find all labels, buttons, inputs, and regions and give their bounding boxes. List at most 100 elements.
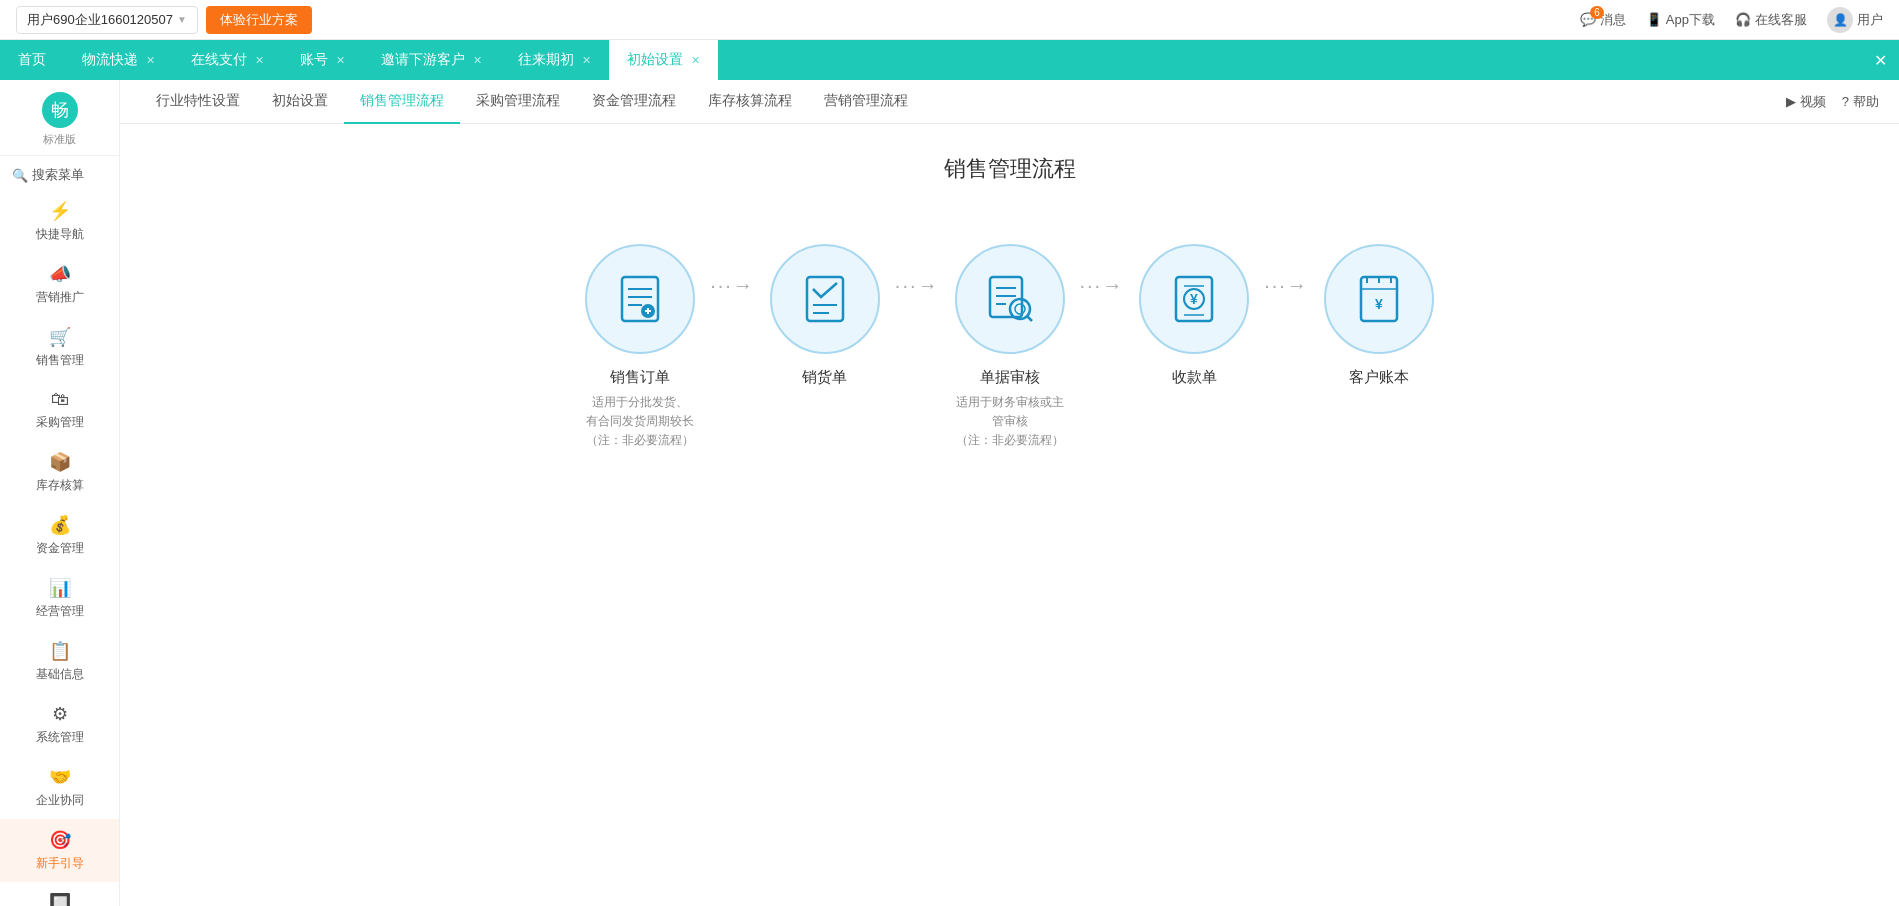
sub-tab-purchase-flow[interactable]: 采购管理流程 [460,80,576,124]
receipt-icon: ¥ [1168,273,1220,325]
main-layout: 畅 标准版 🔍 搜索菜单 ⚡ 快捷导航 📣 营销推广 🛒 销售管理 🛍 采购管理… [0,80,1899,906]
basic-icon: 📋 [49,640,71,662]
sidebar-item-newguide[interactable]: 🎯 新手引导 [0,819,119,882]
nav-tab-home-label: 首页 [18,51,46,69]
nav-tab-period[interactable]: 往来期初 ✕ [500,40,609,80]
nav-tab-payment[interactable]: 在线支付 ✕ [173,40,282,80]
sidebar-item-label: 营销推广 [36,289,84,306]
flow-diagram: 销售订单 适用于分批发货、有合同发货周期较长（注：非必要流程） ···→ [180,244,1839,451]
flow-circle-invoice [770,244,880,354]
sub-tab-initial[interactable]: 初始设置 [256,80,344,124]
sidebar-logo: 畅 标准版 [0,80,119,156]
sub-tab-inventory-flow[interactable]: 库存核算流程 [692,80,808,124]
sub-tabs-right: ▶ 视频 ? 帮助 [1786,93,1879,111]
online-service-item[interactable]: 🎧 在线客服 [1735,11,1807,29]
svg-line-18 [1027,316,1032,321]
flow-step-desc: 适用于财务审核或主管审核（注：非必要流程） [956,393,1064,451]
nav-tab-account[interactable]: 账号 ✕ [282,40,363,80]
sub-tab-industry[interactable]: 行业特性设置 [140,80,256,124]
sidebar-item-label: 销售管理 [36,352,84,369]
app-download-item[interactable]: 📱 App下载 [1646,11,1715,29]
collab-icon: 🤝 [49,766,71,788]
sidebar-item-marketing[interactable]: 📣 营销推广 [0,253,119,316]
ledger-icon: ¥ [1353,273,1405,325]
invoice-icon [799,273,851,325]
sidebar-item-label: 经营管理 [36,603,84,620]
nav-tab-initial-label: 初始设置 [627,51,683,69]
sidebar-item-label: 采购管理 [36,414,84,431]
sub-tab-marketing-flow[interactable]: 营销管理流程 [808,80,924,124]
sidebar-item-basic[interactable]: 📋 基础信息 [0,630,119,693]
sub-tab-sales-flow[interactable]: 销售管理流程 [344,80,460,124]
flow-step-sales-order: 销售订单 适用于分批发货、有合同发货周期较长（注：非必要流程） [560,244,720,451]
video-link[interactable]: ▶ 视频 [1786,93,1826,111]
sales-order-icon [614,273,666,325]
sub-tab-finance-flow[interactable]: 资金管理流程 [576,80,692,124]
sidebar-item-purchase[interactable]: 🛍 采购管理 [0,379,119,441]
flow-step-title: 销售订单 [610,368,670,387]
close-icon[interactable]: ✕ [146,54,155,67]
logo-subtitle: 标准版 [43,132,76,147]
close-icon[interactable]: ✕ [255,54,264,67]
svg-text:¥: ¥ [1190,291,1198,307]
svg-text:¥: ¥ [1375,296,1383,312]
sidebar-item-sales[interactable]: 🛒 销售管理 [0,316,119,379]
search-icon: 🔍 [12,168,28,183]
sidebar: 畅 标准版 🔍 搜索菜单 ⚡ 快捷导航 📣 营销推广 🛒 销售管理 🛍 采购管理… [0,80,120,906]
sub-tabs: 行业特性设置 初始设置 销售管理流程 采购管理流程 资金管理流程 库存核算流程 … [120,80,1899,124]
flow-step-title: 客户账本 [1349,368,1409,387]
close-icon[interactable]: ✕ [473,54,482,67]
user-name-label: 用户 [1857,11,1883,29]
close-icon[interactable]: ✕ [582,54,591,67]
sidebar-item-finance[interactable]: 💰 资金管理 [0,504,119,567]
phone-icon: 📱 [1646,12,1662,27]
appcenter-icon: 🔲 [49,892,71,906]
nav-tab-period-label: 往来期初 [518,51,574,69]
finance-icon: 💰 [49,514,71,536]
marketing-icon: 📣 [49,263,71,285]
message-item[interactable]: 💬 6 消息 [1580,11,1626,29]
logo-icon: 畅 [40,90,80,130]
help-link[interactable]: ? 帮助 [1842,93,1879,111]
close-icon[interactable]: ✕ [336,54,345,67]
header-left: 用户690企业1660120507 ▼ 体验行业方案 [16,6,312,34]
sub-tab-inventory-flow-label: 库存核算流程 [708,92,792,110]
nav-tab-home[interactable]: 首页 [0,40,64,80]
svg-rect-9 [807,277,843,321]
sidebar-item-appcenter[interactable]: 🔲 应用中心 [0,882,119,906]
sidebar-item-operation[interactable]: 📊 经营管理 [0,567,119,630]
close-icon[interactable]: ✕ [691,54,700,67]
content-area: 行业特性设置 初始设置 销售管理流程 采购管理流程 资金管理流程 库存核算流程 … [120,80,1899,906]
sidebar-item-collab[interactable]: 🤝 企业协同 [0,756,119,819]
user-selector[interactable]: 用户690企业1660120507 ▼ [16,6,198,34]
chevron-down-icon: ▼ [177,14,187,25]
operation-icon: 📊 [49,577,71,599]
sidebar-item-label: 资金管理 [36,540,84,557]
sidebar-item-label: 新手引导 [36,855,84,872]
sub-tab-industry-label: 行业特性设置 [156,92,240,110]
nav-tab-invite[interactable]: 邀请下游客户 ✕ [363,40,500,80]
sidebar-item-system[interactable]: ⚙ 系统管理 [0,693,119,756]
message-icon: 💬 6 [1580,12,1596,27]
sidebar-search[interactable]: 🔍 搜索菜单 [0,156,119,190]
nav-tab-logistics[interactable]: 物流快递 ✕ [64,40,173,80]
app-download-label: App下载 [1666,11,1715,29]
nav-close-all[interactable]: ✕ [1862,40,1899,80]
sidebar-item-label: 企业协同 [36,792,84,809]
flow-circle-receipt: ¥ [1139,244,1249,354]
inventory-icon: 📦 [49,451,71,473]
message-badge: 6 [1590,6,1604,19]
sub-tab-sales-flow-label: 销售管理流程 [360,92,444,110]
sub-tab-marketing-flow-label: 营销管理流程 [824,92,908,110]
svg-point-17 [1015,304,1025,314]
flow-step-invoice: 销货单 [745,244,905,387]
flow-circle-sales-order [585,244,695,354]
trial-button[interactable]: 体验行业方案 [206,6,312,34]
header-right: 💬 6 消息 📱 App下载 🎧 在线客服 👤 用户 [1580,7,1883,33]
sidebar-item-inventory[interactable]: 📦 库存核算 [0,441,119,504]
sub-tab-initial-label: 初始设置 [272,92,328,110]
sidebar-item-quicknav[interactable]: ⚡ 快捷导航 [0,190,119,253]
user-avatar-item[interactable]: 👤 用户 [1827,7,1883,33]
nav-tab-logistics-label: 物流快递 [82,51,138,69]
nav-tab-initial[interactable]: 初始设置 ✕ [609,40,718,80]
